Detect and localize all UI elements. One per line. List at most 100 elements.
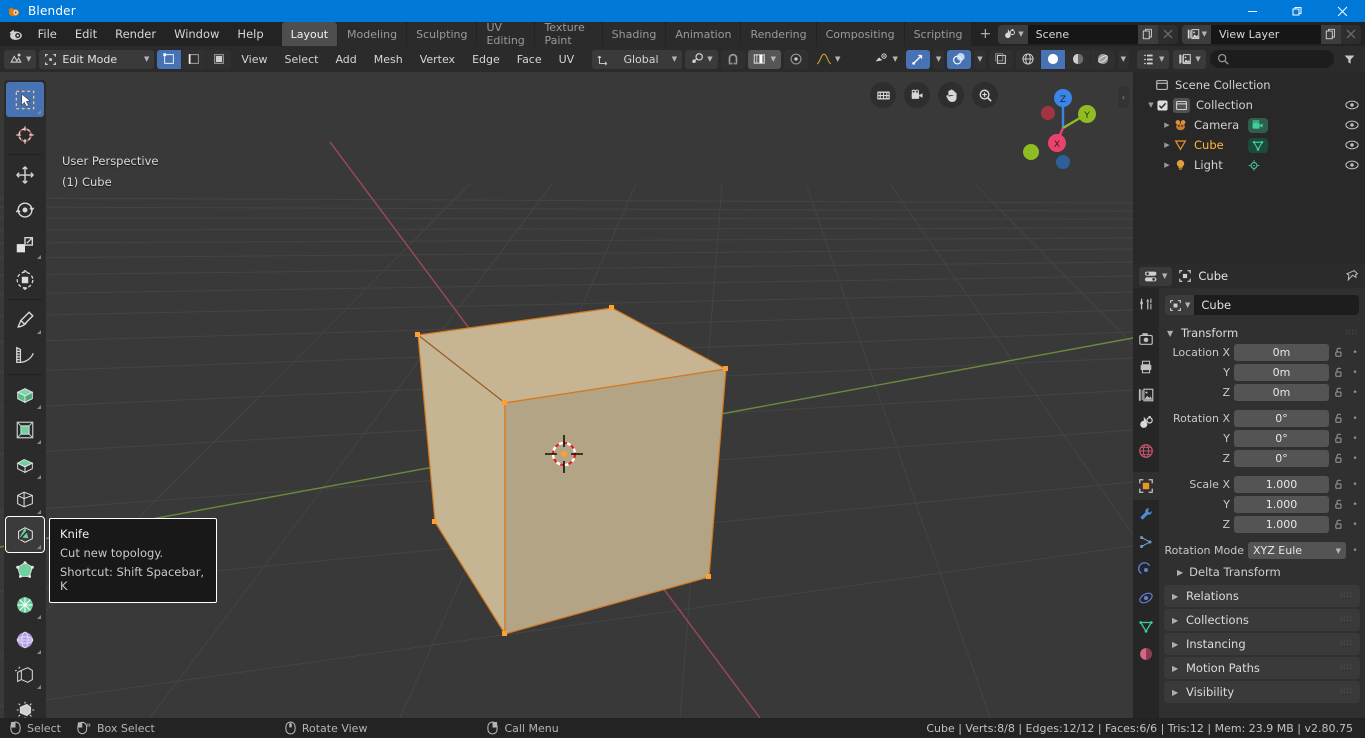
scene-name[interactable]: Scene [1027, 24, 1138, 44]
snap-toggle-button[interactable] [720, 49, 745, 69]
maximize-button[interactable] [1275, 0, 1320, 22]
tool-extrude-region[interactable] [6, 377, 44, 412]
scene-icon[interactable]: ▼ [998, 24, 1028, 44]
outliner-row-scene-collection[interactable]: Scene Collection [1133, 75, 1365, 95]
minimize-button[interactable] [1230, 0, 1275, 22]
menu-select[interactable]: Select [278, 51, 326, 68]
new-view-layer-button[interactable] [1321, 24, 1341, 44]
outliner-row-light[interactable]: ▶ Light [1133, 155, 1365, 175]
face-select-button[interactable] [207, 49, 232, 69]
object-name-input[interactable]: Cube [1194, 295, 1359, 315]
properties-tab-tool[interactable] [1133, 290, 1159, 318]
scale-y-input[interactable]: 1.000 [1234, 496, 1329, 513]
scene-selector[interactable]: ▼ Scene [998, 24, 1178, 44]
lock-icon[interactable] [1333, 413, 1346, 424]
object-name-field[interactable]: ▼ Cube [1165, 295, 1359, 315]
transform-panel-header[interactable]: ▼ Transform ⁙⁙ [1159, 323, 1365, 343]
tool-poly-build[interactable] [6, 552, 44, 587]
rotation-y-input[interactable]: 0° [1234, 430, 1329, 447]
overlay-options-dropdown[interactable]: ▼ [974, 49, 986, 69]
lock-icon[interactable] [1333, 367, 1346, 378]
menu-edit[interactable]: Edit [66, 25, 106, 43]
animate-property-dot[interactable]: • [1350, 546, 1360, 556]
properties-tab-object[interactable] [1133, 472, 1159, 500]
remove-view-layer-button[interactable] [1341, 24, 1361, 44]
collections-panel-header[interactable]: ▶ Collections ⁙⁙ [1164, 609, 1360, 631]
motion-paths-panel-header[interactable]: ▶ Motion Paths ⁙⁙ [1164, 657, 1360, 679]
camera-view-icon[interactable] [904, 82, 930, 108]
transform-orientation-selector[interactable]: Global ▼ [592, 49, 683, 69]
properties-tab-particles[interactable] [1133, 528, 1159, 556]
animate-property-dot[interactable]: • [1350, 414, 1360, 424]
tab-animation[interactable]: Animation [666, 22, 741, 46]
view-layer-name[interactable]: View Layer [1211, 24, 1321, 44]
view-layer-selector[interactable]: ▼ View Layer [1181, 24, 1361, 44]
tool-inset-faces[interactable] [6, 412, 44, 447]
animate-property-dot[interactable]: • [1350, 480, 1360, 490]
pivot-point-selector[interactable]: ▼ [685, 49, 718, 69]
editor-type-icon[interactable]: ▼ [4, 49, 37, 69]
tool-shrink-fatten[interactable] [6, 657, 44, 692]
tab-modeling[interactable]: Modeling [338, 22, 407, 46]
tab-rendering[interactable]: Rendering [741, 22, 816, 46]
visibility-eye-icon[interactable] [1345, 159, 1359, 171]
visibility-panel-header[interactable]: ▶ Visibility ⁙⁙ [1164, 681, 1360, 703]
object-visibility-selector[interactable]: ▼ [869, 50, 902, 69]
menu-view[interactable]: View [234, 51, 274, 68]
animate-property-dot[interactable]: • [1350, 348, 1360, 358]
disclosure-triangle[interactable]: ▶ [1161, 141, 1173, 149]
close-button[interactable] [1320, 0, 1365, 22]
outliner-search-input[interactable] [1209, 50, 1334, 68]
rotation-z-input[interactable]: 0° [1234, 450, 1329, 467]
tool-scale[interactable] [6, 227, 44, 262]
mode-selector[interactable]: Edit Mode ▼ [39, 49, 155, 69]
tab-scripting[interactable]: Scripting [904, 22, 972, 46]
properties-tab-world[interactable] [1133, 437, 1159, 465]
filter-id-icon[interactable]: ▼ [1173, 49, 1206, 69]
properties-tab-modifier[interactable] [1133, 500, 1159, 528]
outliner-row-collection[interactable]: ▼ Collection [1133, 95, 1365, 115]
proportional-editing-toggle[interactable] [783, 49, 808, 69]
xray-toggle-button[interactable] [988, 49, 1013, 69]
animate-property-dot[interactable]: • [1350, 434, 1360, 444]
rotation-x-input[interactable]: 0° [1234, 410, 1329, 427]
disclosure-triangle[interactable]: ▼ [1145, 101, 1157, 109]
properties-tab-material[interactable] [1133, 640, 1159, 668]
outliner-display-mode-icon[interactable]: ▼ [1137, 49, 1170, 69]
animate-property-dot[interactable]: • [1350, 520, 1360, 530]
shading-options-dropdown[interactable]: ▼ [1117, 49, 1129, 69]
vertex-select-button[interactable] [157, 49, 182, 69]
wireframe-shading-button[interactable] [1015, 49, 1040, 69]
properties-tab-output[interactable] [1133, 353, 1159, 381]
tool-transform[interactable] [6, 262, 44, 297]
new-scene-button[interactable] [1137, 24, 1158, 44]
tool-cursor[interactable] [6, 117, 44, 152]
rendered-shading-button[interactable] [1090, 49, 1115, 69]
properties-tab-scene[interactable] [1133, 409, 1159, 437]
properties-editor-icon[interactable]: ▼ [1139, 266, 1173, 286]
filter-funnel-icon[interactable] [1338, 50, 1361, 69]
tab-texture-paint[interactable]: Texture Paint [535, 21, 602, 47]
tool-move[interactable] [6, 157, 44, 192]
viewport-axis-gizmo[interactable]: Z Y X [1013, 80, 1113, 170]
properties-tab-object-data[interactable] [1133, 612, 1159, 640]
grid-toggle-icon[interactable] [870, 82, 896, 108]
animate-property-dot[interactable]: • [1350, 500, 1360, 510]
tab-compositing[interactable]: Compositing [816, 22, 904, 46]
tool-measure[interactable] [6, 337, 44, 372]
edge-select-button[interactable] [182, 49, 207, 69]
animate-property-dot[interactable]: • [1350, 388, 1360, 398]
menu-vertex[interactable]: Vertex [413, 51, 462, 68]
material-preview-shading-button[interactable] [1065, 49, 1090, 69]
camera-data-icon[interactable] [1248, 117, 1269, 133]
menu-file[interactable]: File [29, 25, 66, 43]
animate-property-dot[interactable]: • [1350, 454, 1360, 464]
tab-shading[interactable]: Shading [602, 22, 666, 46]
lock-icon[interactable] [1333, 347, 1346, 358]
tab-layout[interactable]: Layout [281, 22, 338, 46]
tool-knife[interactable] [5, 516, 45, 553]
menu-add[interactable]: Add [328, 51, 363, 68]
tool-loop-cut[interactable] [6, 482, 44, 517]
add-workspace-button[interactable]: + [972, 22, 998, 46]
rotation-mode-dropdown[interactable]: XYZ Eule ▼ [1248, 542, 1346, 559]
